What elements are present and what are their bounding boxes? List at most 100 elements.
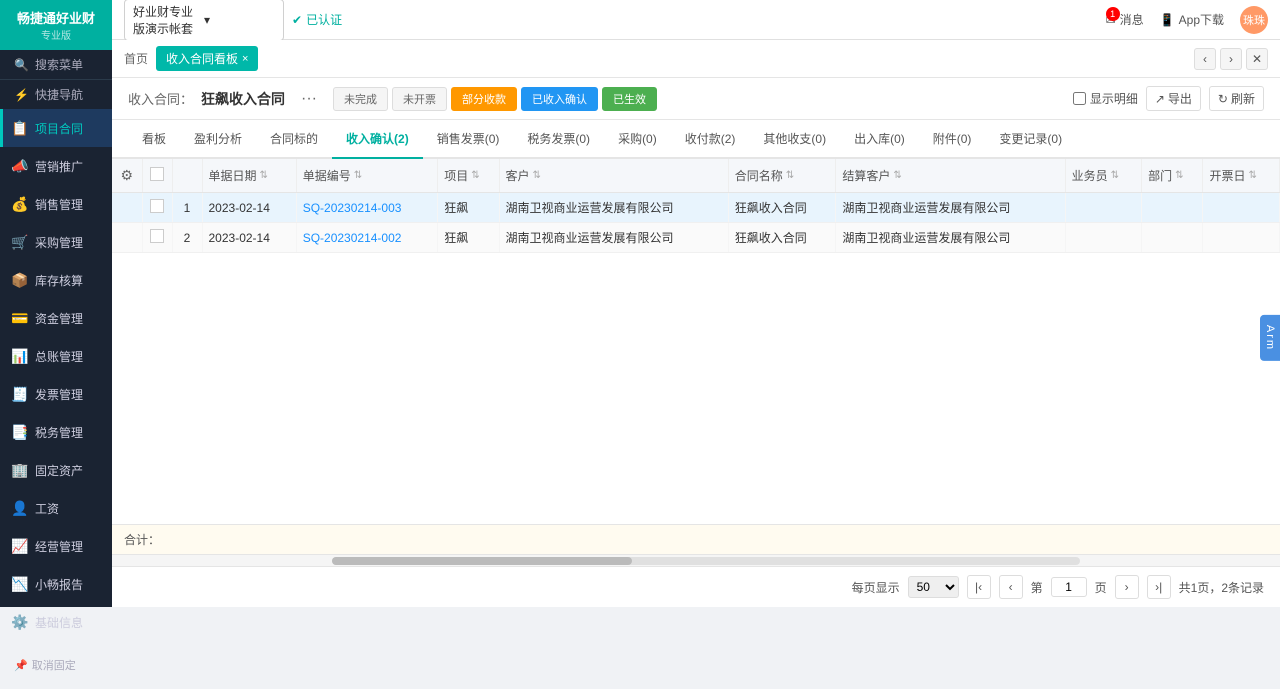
sub-tab-attachments[interactable]: 附件(0) [919,120,986,159]
row-checkbox-1[interactable] [142,193,172,223]
table-wrapper[interactable]: ⚙ 单据日期⇅ 单据编号⇅ [112,159,1280,524]
table-area: ⚙ 单据日期⇅ 单据编号⇅ [112,159,1280,607]
sidebar-item-tax[interactable]: 📑 税务管理 [0,413,112,451]
col-project: 项目⇅ [438,159,499,193]
sort-dept-icon[interactable]: ⇅ [1175,170,1183,181]
table-row[interactable]: 1 2023-02-14 SQ-20230214-003 狂飙 湖南卫视商业运营… [112,193,1280,223]
sidebar-item-marketing[interactable]: 📣 营销推广 [0,147,112,185]
page-label: 第 [1031,579,1043,596]
tab-close-icon[interactable]: × [242,53,248,65]
funds-icon: 💳 [11,309,29,327]
nav-prev-btn[interactable]: ‹ [1194,48,1216,70]
data-table: ⚙ 单据日期⇅ 单据编号⇅ [112,159,1280,253]
row-number-link-1[interactable]: SQ-20230214-003 [303,201,402,215]
company-selector[interactable]: 好业财专业版演示帐套 ▾ [124,0,284,41]
sidebar-item-report[interactable]: 📉 小畅报告 [0,565,112,603]
row-checkbox-2[interactable] [142,223,172,253]
page-next-btn[interactable]: › [1115,575,1139,599]
sidebar-item-funds[interactable]: 💳 资金管理 [0,299,112,337]
sidebar-item-project[interactable]: 📋 项目合同 [0,109,112,147]
row-contract-name-1: 狂飙收入合同 [728,193,836,223]
scrollbar-thumb[interactable] [332,557,632,565]
row-2-checkbox[interactable] [150,229,164,243]
app-download-action[interactable]: 📱 App下载 [1160,11,1224,28]
row-dept-2 [1142,223,1203,253]
table-footer: 合计： [112,524,1280,554]
sub-tab-kanban[interactable]: 看板 [128,120,180,159]
sidebar-unpin[interactable]: 📌 取消固定 [8,649,104,681]
sidebar-item-ops[interactable]: 📈 经营管理 [0,527,112,565]
sidebar-item-inventory[interactable]: 📦 库存核算 [0,261,112,299]
status-partial-payment[interactable]: 部分收款 [451,87,517,111]
sidebar-search[interactable]: 🔍 搜索菜单 [0,50,112,80]
right-panel-toggle[interactable]: Arm [1260,315,1280,361]
sidebar-item-basic[interactable]: ⚙️ 基础信息 [0,603,112,641]
row-open-date-2 [1203,223,1280,253]
status-uninvoiced[interactable]: 未开票 [392,87,447,111]
ops-icon: 📈 [11,537,29,555]
page-size-select[interactable]: 50 100 200 [908,576,959,598]
col-department: 部门⇅ [1142,159,1203,193]
page-input[interactable] [1051,577,1087,597]
row-settings-cell [112,193,142,223]
sidebar-quick-nav[interactable]: ⚡ 快捷导航 [0,80,112,109]
content-area: 首页 收入合同看板 × ‹ › ✕ 收入合同： 狂飙收入合同 ··· 未完成 [112,40,1280,607]
table-row[interactable]: 2 2023-02-14 SQ-20230214-002 狂飙 湖南卫视商业运营… [112,223,1280,253]
sidebar-label-funds: 资金管理 [35,310,83,327]
row-number-link-2[interactable]: SQ-20230214-002 [303,231,402,245]
row-num-2: 2 [172,223,202,253]
sidebar-nav: 📋 项目合同 📣 营销推广 💰 销售管理 🛒 采购管理 📦 库存核算 💳 资金管… [0,109,112,641]
sort-contract-name-icon[interactable]: ⇅ [786,170,794,181]
status-unfinished[interactable]: 未完成 [333,87,388,111]
sub-tab-contract-subject[interactable]: 合同标的 [256,120,332,159]
more-actions-btn[interactable]: ··· [297,90,321,108]
sort-customer-icon[interactable]: ⇅ [533,170,541,181]
sub-tab-tax-invoice[interactable]: 税务发票(0) [513,120,604,159]
settings-icon[interactable]: ⚙ [120,167,133,183]
col-salesperson: 业务员⇅ [1065,159,1142,193]
refresh-btn[interactable]: ↻ 刷新 [1209,86,1264,111]
sort-salesperson-icon[interactable]: ⇅ [1111,170,1119,181]
nav-close-btn[interactable]: ✕ [1246,48,1268,70]
page-first-btn[interactable]: |‹ [967,575,991,599]
tab-income-contract[interactable]: 收入合同看板 × [156,46,258,71]
basic-icon: ⚙️ [11,613,29,631]
sub-tab-payment[interactable]: 收付款(2) [671,120,750,159]
breadcrumb-home[interactable]: 首页 [124,50,148,67]
sort-open-date-icon[interactable]: ⇅ [1248,170,1256,181]
sub-tab-changes[interactable]: 变更记录(0) [985,120,1076,159]
page-total-info: 共1页，2条记录 [1179,579,1264,596]
sort-number-icon[interactable]: ⇅ [354,170,362,181]
page-title-name: 狂飙收入合同 [201,89,285,109]
status-effective[interactable]: 已生效 [602,87,657,111]
sidebar-item-sales[interactable]: 💰 销售管理 [0,185,112,223]
col-date: 单据日期⇅ [202,159,296,193]
select-all-checkbox[interactable] [150,167,164,181]
sidebar-item-general[interactable]: 📊 总账管理 [0,337,112,375]
message-action[interactable]: ✉ 1 消息 [1106,11,1144,28]
sub-tab-profit[interactable]: 盈利分析 [180,120,256,159]
table-scrollbar[interactable] [112,554,1280,566]
nav-next-btn[interactable]: › [1220,48,1242,70]
sub-tab-purchase[interactable]: 采购(0) [604,120,671,159]
sub-tab-warehouse[interactable]: 出入库(0) [840,120,919,159]
sub-tab-sales-invoice[interactable]: 销售发票(0) [423,120,514,159]
show-detail-checkbox[interactable] [1073,92,1086,105]
page-last-btn[interactable]: ›| [1147,575,1171,599]
status-confirmed[interactable]: 已收入确认 [521,87,598,111]
sidebar-item-hr[interactable]: 👤 工资 [0,489,112,527]
sub-tab-income-confirm[interactable]: 收入确认(2) [332,120,423,159]
sort-date-icon[interactable]: ⇅ [260,170,268,181]
sidebar-item-fixed[interactable]: 🏢 固定资产 [0,451,112,489]
row-project-1: 狂飙 [438,193,499,223]
marketing-icon: 📣 [11,157,29,175]
sidebar-item-invoice[interactable]: 🧾 发票管理 [0,375,112,413]
user-avatar[interactable]: 珠珠 [1240,6,1268,34]
sort-billing-icon[interactable]: ⇅ [893,170,901,181]
row-1-checkbox[interactable] [150,199,164,213]
sort-project-icon[interactable]: ⇅ [471,170,479,181]
page-prev-btn[interactable]: ‹ [999,575,1023,599]
sidebar-item-purchase[interactable]: 🛒 采购管理 [0,223,112,261]
sub-tab-other[interactable]: 其他收支(0) [749,120,840,159]
export-btn[interactable]: ↗ 导出 [1146,86,1201,111]
